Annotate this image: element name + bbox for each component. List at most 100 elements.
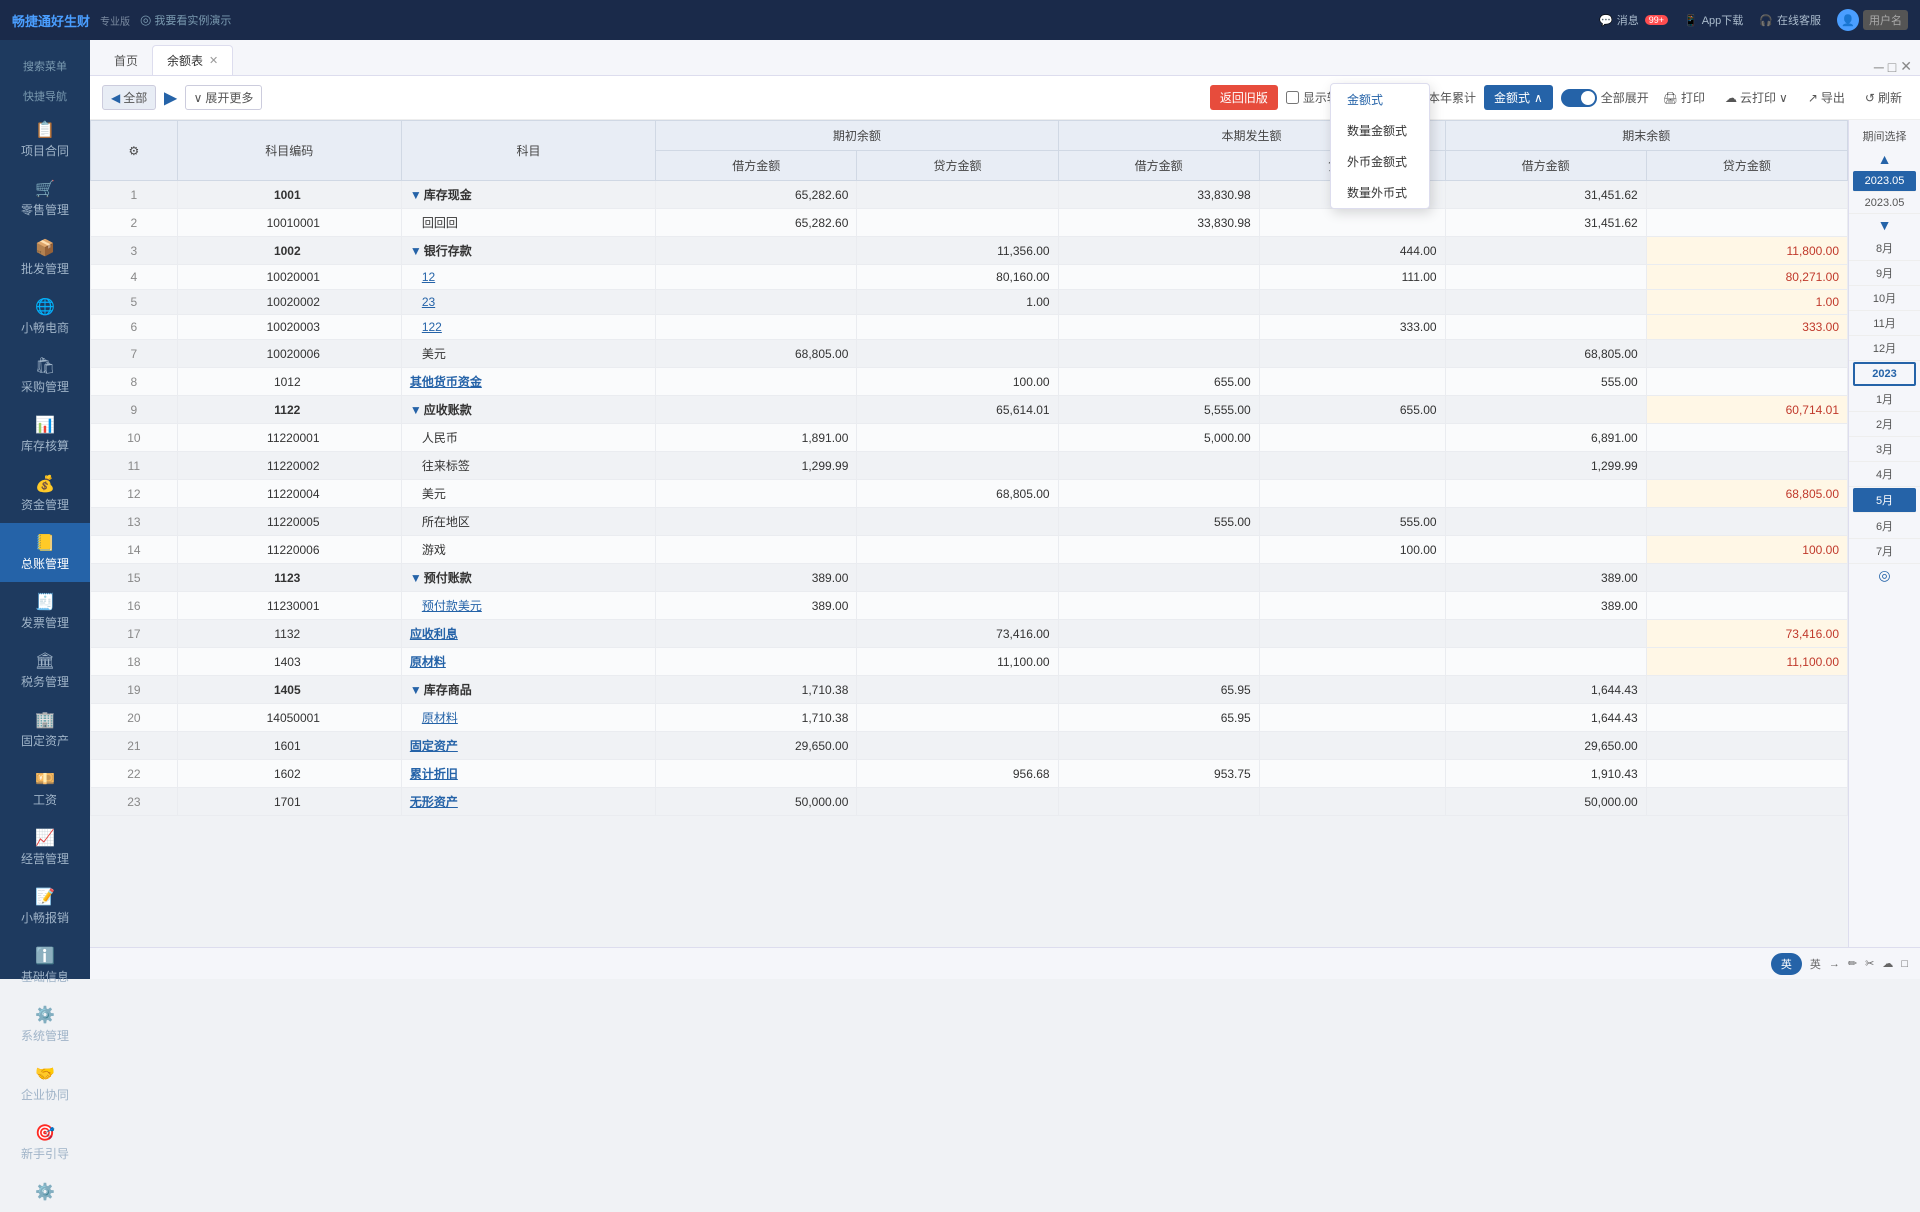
period-item-1[interactable]: 1月: [1849, 387, 1920, 412]
app-download-btn[interactable]: 📱App下载: [1684, 12, 1743, 28]
sidebar-item-project[interactable]: 📋项目合同: [0, 110, 90, 169]
auxiliary-check-input[interactable]: [1286, 91, 1299, 104]
period-nav-bottom[interactable]: ◎: [1849, 564, 1920, 587]
sidebar-item-guide[interactable]: 🎯新手引导: [0, 1113, 90, 1172]
td-name[interactable]: 预付款美元: [401, 592, 655, 620]
window-maximize-btn[interactable]: □: [1888, 59, 1896, 75]
refresh-btn[interactable]: ↺刷新: [1859, 86, 1908, 109]
td-end-debit: 6,891.00: [1445, 424, 1646, 452]
sidebar-item-finance[interactable]: 💰资金管理: [0, 464, 90, 523]
period-item-3[interactable]: 3月: [1849, 437, 1920, 462]
sidebar-item-system[interactable]: ⚙️系统管理: [0, 995, 90, 1054]
td-name[interactable]: 122: [401, 315, 655, 340]
period-item-2023-05[interactable]: 2023.05: [1853, 171, 1916, 192]
lang-btn[interactable]: 英: [1771, 953, 1802, 975]
sidebar-item-ecommerce[interactable]: 🌐小畅电商: [0, 287, 90, 346]
online-service-btn[interactable]: 🎧在线客服: [1759, 12, 1821, 28]
sidebar-item-ledger[interactable]: 📒总账管理: [0, 523, 90, 582]
return-old-btn[interactable]: 返回旧版: [1210, 85, 1278, 110]
bottom-icon-6[interactable]: □: [1901, 958, 1908, 970]
sidebar-quick-nav[interactable]: 快捷导航: [17, 82, 73, 110]
bottom-bar: 英 英 → ✏ ✂ ☁ □: [90, 947, 1920, 979]
td-cur-debit: [1058, 536, 1259, 564]
th-name: 科目: [401, 121, 655, 181]
bottom-icon-2[interactable]: →: [1829, 958, 1840, 970]
bottom-icon-5[interactable]: ☁: [1882, 957, 1893, 970]
td-name[interactable]: 原材料: [401, 648, 655, 676]
td-end-credit: 80,271.00: [1646, 265, 1847, 290]
tab-balance[interactable]: 余额表 ✕: [152, 45, 233, 75]
sidebar-item-basic[interactable]: ℹ️基础信息: [0, 936, 90, 995]
td-name[interactable]: 12: [401, 265, 655, 290]
dropdown-item-qty-amount[interactable]: 数量金额式: [1331, 115, 1429, 146]
window-minimize-btn[interactable]: ─: [1874, 59, 1884, 75]
sidebar-item-invoice[interactable]: 🧾发票管理: [0, 582, 90, 641]
period-nav-down-blue[interactable]: ▼: [1849, 214, 1920, 236]
dropdown-item-qty-fx[interactable]: 数量外币式: [1331, 177, 1429, 208]
bottom-icon-4[interactable]: ✂: [1865, 957, 1874, 970]
period-item-year-2023[interactable]: 2023: [1853, 362, 1916, 386]
period-item-7[interactable]: 7月: [1849, 539, 1920, 564]
td-name[interactable]: 23: [401, 290, 655, 315]
td-end-debit: [1445, 648, 1646, 676]
dropdown-item-amount[interactable]: 金额式: [1331, 84, 1429, 115]
bottom-icon-3[interactable]: ✏: [1848, 957, 1857, 970]
td-open-credit: 73,416.00: [857, 620, 1058, 648]
period-item-6[interactable]: 6月: [1849, 514, 1920, 539]
period-item-4[interactable]: 4月: [1849, 462, 1920, 487]
app-logo: 畅捷通好生财: [12, 11, 90, 30]
td-row-index: 4: [91, 265, 178, 290]
td-end-debit: 29,650.00: [1445, 732, 1646, 760]
sidebar-search[interactable]: 搜索菜单: [15, 50, 75, 82]
td-open-debit: [656, 480, 857, 508]
sidebar-item-expense[interactable]: 📝小畅报销: [0, 877, 90, 936]
td-open-debit: [656, 290, 857, 315]
demo-link[interactable]: ◎ 我要看实例演示: [140, 12, 231, 28]
print-btn[interactable]: 🖨打印: [1657, 86, 1711, 109]
expand-more-btn[interactable]: ∨ 展开更多: [185, 85, 263, 110]
period-item-8[interactable]: 8月: [1849, 236, 1920, 261]
export-btn[interactable]: ↗导出: [1802, 86, 1851, 109]
period-item-2023-end[interactable]: 2023.05: [1849, 193, 1920, 214]
sidebar-item-tax[interactable]: 🏛税务管理: [0, 641, 90, 700]
th-end-credit: 贷方金额: [1646, 151, 1847, 181]
window-close-btn[interactable]: ✕: [1900, 58, 1912, 75]
sidebar-item-retail[interactable]: 🛒零售管理: [0, 169, 90, 228]
td-code: 10020003: [177, 315, 401, 340]
user-avatar[interactable]: 👤 用户名: [1837, 9, 1908, 31]
td-end-credit: [1646, 209, 1847, 237]
sidebar-item-inventory[interactable]: 📊库存核算: [0, 405, 90, 464]
period-item-2[interactable]: 2月: [1849, 412, 1920, 437]
th-settings[interactable]: ⚙: [91, 121, 178, 181]
period-item-11[interactable]: 11月: [1849, 311, 1920, 336]
td-name[interactable]: 固定资产: [401, 732, 655, 760]
tab-home[interactable]: 首页: [100, 45, 152, 75]
period-item-9[interactable]: 9月: [1849, 261, 1920, 286]
td-name[interactable]: 其他货币资金: [401, 368, 655, 396]
sidebar-item-fixed-assets[interactable]: 🏢固定资产: [0, 700, 90, 759]
td-row-index: 17: [91, 620, 178, 648]
nav-all-btn[interactable]: ◀ 全部: [102, 85, 156, 110]
cloud-print-btn[interactable]: ☁云打印∨: [1719, 86, 1794, 109]
period-item-5[interactable]: 5月: [1853, 488, 1916, 513]
td-name[interactable]: 原材料: [401, 704, 655, 732]
period-nav-up[interactable]: ▲: [1849, 148, 1920, 170]
sidebar-item-salary[interactable]: 💴工资: [0, 759, 90, 818]
tab-close-btn[interactable]: ✕: [209, 54, 218, 67]
mode-dropdown-btn[interactable]: 金额式 ∧: [1484, 85, 1553, 110]
period-item-12[interactable]: 12月: [1849, 336, 1920, 361]
dropdown-item-fx-amount[interactable]: 外币金额式: [1331, 146, 1429, 177]
toggle-switch[interactable]: [1561, 89, 1597, 107]
period-item-10[interactable]: 10月: [1849, 286, 1920, 311]
sidebar-gear-icon[interactable]: ⚙️: [35, 1182, 55, 1202]
sidebar-item-management[interactable]: 📈经营管理: [0, 818, 90, 877]
td-name[interactable]: 应收利息: [401, 620, 655, 648]
message-btn[interactable]: 💬消息99+: [1599, 12, 1668, 28]
td-name[interactable]: 累计折旧: [401, 760, 655, 788]
td-open-credit: [857, 564, 1058, 592]
bottom-icon-1[interactable]: 英: [1810, 956, 1821, 972]
sidebar-item-purchase[interactable]: 🛍采购管理: [0, 346, 90, 405]
sidebar-item-wholesale[interactable]: 📦批发管理: [0, 228, 90, 287]
sidebar-item-collab[interactable]: 🤝企业协同: [0, 1054, 90, 1113]
td-name[interactable]: 无形资产: [401, 788, 655, 816]
